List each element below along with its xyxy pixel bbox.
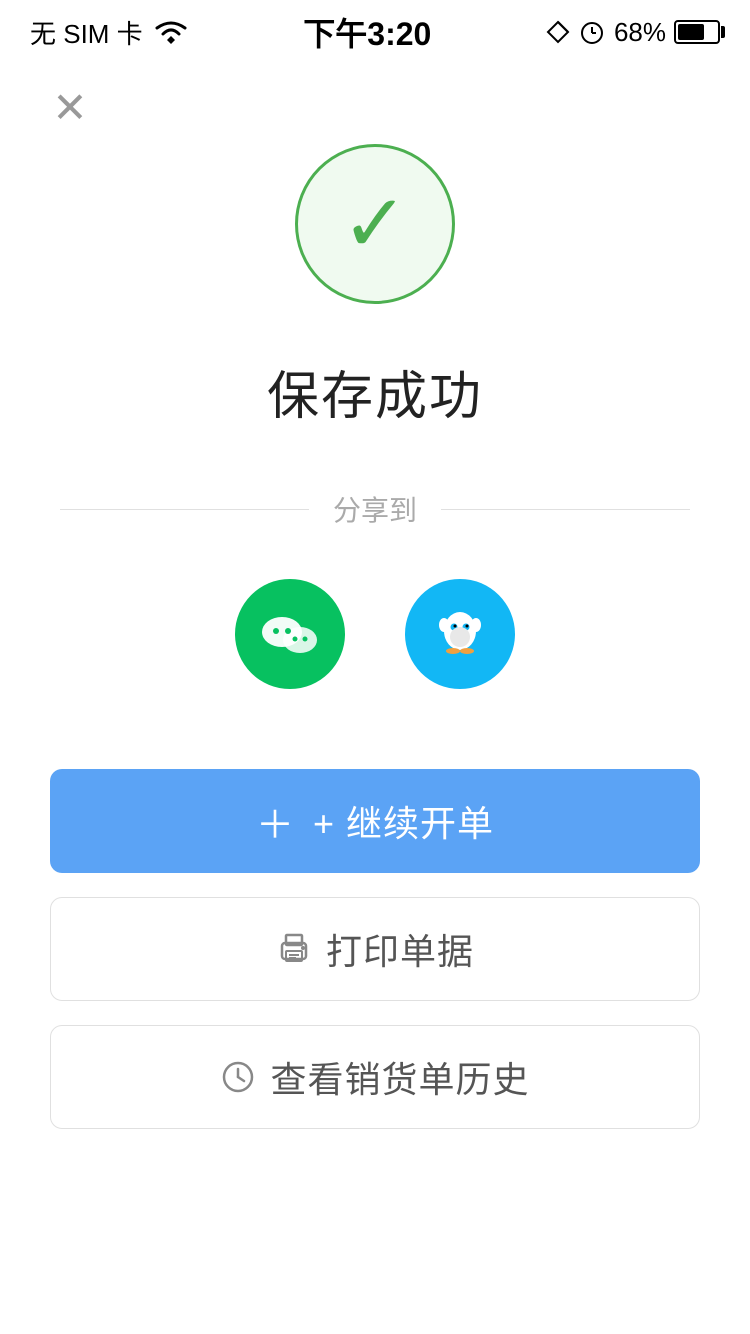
print-label: 打印单据 <box>326 923 474 975</box>
qq-share-button[interactable] <box>405 579 515 689</box>
status-right: 68% <box>546 17 720 48</box>
printer-icon <box>276 931 312 967</box>
close-button[interactable]: ✕ <box>40 78 100 138</box>
main-content: ✓ 保存成功 分享到 <box>0 64 750 1129</box>
history-label: 查看销货单历史 <box>270 1051 529 1103</box>
qq-icon <box>431 605 489 663</box>
alarm-icon <box>578 18 606 46</box>
print-button[interactable]: 打印单据 <box>50 897 700 1001</box>
share-icons-container <box>235 579 515 689</box>
battery-percent: 68% <box>614 17 666 48</box>
status-time: 下午3:20 <box>303 9 431 55</box>
view-history-button[interactable]: 查看销货单历史 <box>50 1025 700 1129</box>
close-icon: ✕ <box>52 87 87 129</box>
no-sim-label: 无 SIM 卡 <box>30 14 143 51</box>
checkmark-icon: ✓ <box>341 184 408 264</box>
plus-icon: ＋ <box>256 794 295 849</box>
wifi-icon <box>153 18 189 46</box>
success-title: 保存成功 <box>267 354 483 429</box>
status-left: 无 SIM 卡 <box>30 14 189 51</box>
share-label: 分享到 <box>309 489 441 529</box>
divider-line-left <box>60 509 309 510</box>
share-divider: 分享到 <box>0 489 750 529</box>
status-bar: 无 SIM 卡 下午3:20 68% <box>0 0 750 64</box>
divider-line-right <box>441 509 690 510</box>
location-icon <box>546 20 570 44</box>
battery-icon <box>674 20 720 44</box>
clock-icon <box>220 1059 256 1095</box>
continue-order-button[interactable]: ＋ + 继续开单 <box>50 769 700 873</box>
wechat-share-button[interactable] <box>235 579 345 689</box>
action-buttons: ＋ + 继续开单 打印单据 查看销货单历史 <box>0 769 750 1129</box>
continue-order-label: + 继续开单 <box>313 795 494 847</box>
wechat-icon <box>258 602 322 666</box>
success-circle: ✓ <box>295 144 455 304</box>
